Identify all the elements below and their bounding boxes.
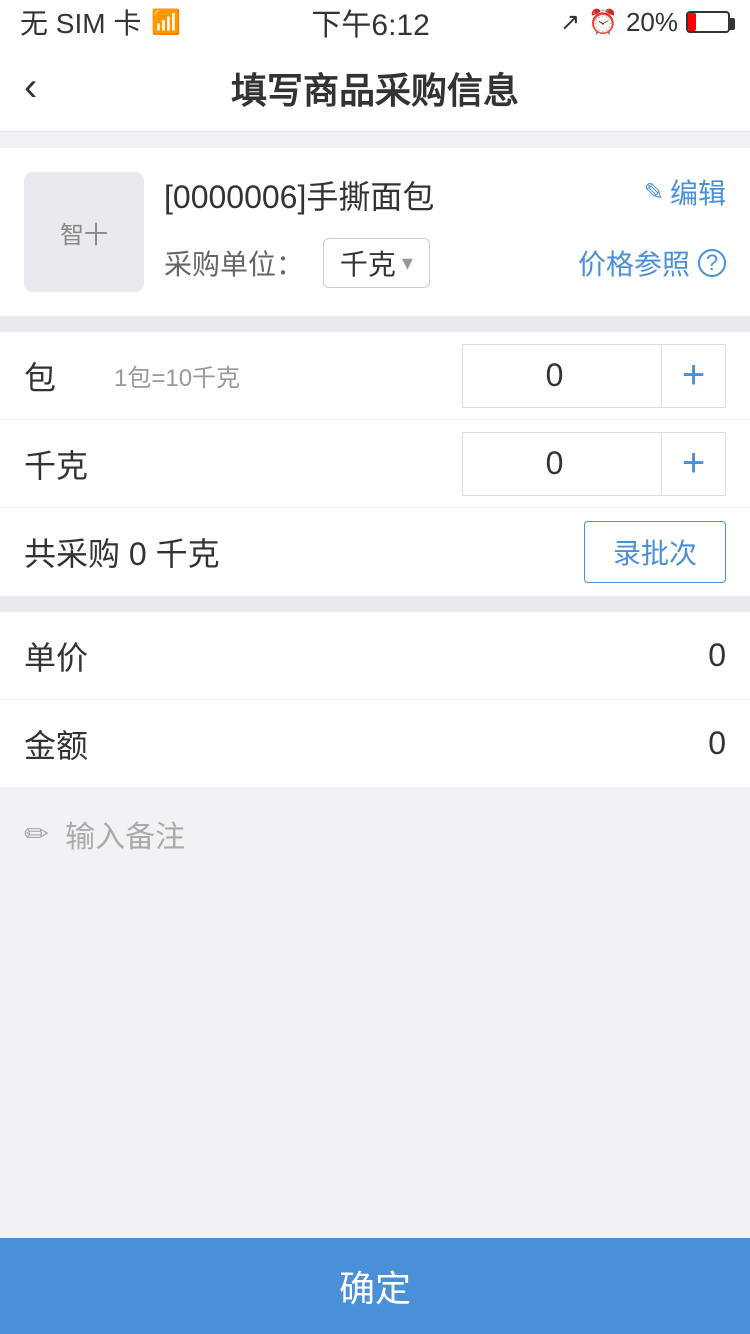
remark-placeholder: 输入备注 <box>65 812 185 856</box>
bag-input-control: + <box>462 344 726 408</box>
pencil-icon: ✏ <box>24 817 49 852</box>
bag-sublabel: 1包=10千克 <box>114 358 462 393</box>
unit-select[interactable]: 千克 ▾ <box>323 238 430 288</box>
amount-value: 0 <box>708 725 726 762</box>
help-icon: ? <box>698 249 726 277</box>
carrier-text: 无 SIM 卡 <box>20 2 141 42</box>
unit-value: 千克 <box>340 243 396 283</box>
edit-icon: ✎ <box>644 178 664 207</box>
product-logo-text: 智十 <box>60 215 108 250</box>
nav-bar: ‹ 填写商品采购信息 <box>0 44 750 132</box>
edit-label: 编辑 <box>670 172 726 212</box>
total-text: 共采购 0 千克 <box>24 529 220 575</box>
batch-button[interactable]: 录批次 <box>584 521 726 583</box>
confirm-label: 确定 <box>339 1260 411 1312</box>
edit-button[interactable]: ✎ 编辑 <box>644 172 726 212</box>
status-bar: 无 SIM 卡 📶 下午6:12 ↗ ⏰ 20% <box>0 0 750 44</box>
content-filler <box>0 880 750 1180</box>
total-row: 共采购 0 千克 录批次 <box>0 508 750 596</box>
product-thumbnail: 智十 <box>24 172 144 292</box>
back-button[interactable]: ‹ <box>24 65 37 110</box>
amount-row: 金额 0 <box>0 700 750 788</box>
status-left: 无 SIM 卡 📶 <box>20 2 181 42</box>
battery-percent: 20% <box>626 7 678 38</box>
unit-container: 采购单位： 千克 ▾ <box>164 238 430 288</box>
kg-label: 千克 <box>24 441 104 487</box>
bag-label: 包 <box>24 353 104 399</box>
battery-icon <box>686 11 730 33</box>
unit-label: 采购单位： <box>164 249 304 280</box>
amount-label: 金额 <box>24 721 88 767</box>
product-info: [0000006]手撕面包 ✎ 编辑 采购单位： 千克 ▾ 价格参照 ? <box>164 172 726 288</box>
kg-input-control: + <box>462 432 726 496</box>
kg-input-row: 千克 + <box>0 420 750 508</box>
location-icon: ↗ <box>560 8 580 37</box>
kg-input[interactable] <box>462 432 662 496</box>
bag-plus-button[interactable]: + <box>662 344 726 408</box>
status-time: 下午6:12 <box>311 0 429 44</box>
bag-input[interactable] <box>462 344 662 408</box>
price-section: 单价 0 金额 0 <box>0 612 750 788</box>
separator-1 <box>0 316 750 332</box>
price-ref-button[interactable]: 价格参照 ? <box>578 243 726 283</box>
product-name: [0000006]手撕面包 <box>164 172 434 218</box>
remark-section[interactable]: ✏ 输入备注 <box>0 788 750 880</box>
page-title: 填写商品采购信息 <box>231 62 519 114</box>
product-unit-row: 采购单位： 千克 ▾ 价格参照 ? <box>164 238 726 288</box>
product-card: 智十 [0000006]手撕面包 ✎ 编辑 采购单位： 千克 ▾ <box>0 148 750 316</box>
alarm-icon: ⏰ <box>588 8 618 37</box>
kg-plus-button[interactable]: + <box>662 432 726 496</box>
unit-price-label: 单价 <box>24 633 88 679</box>
status-right: ↗ ⏰ 20% <box>560 7 730 38</box>
unit-price-value: 0 <box>708 637 726 674</box>
wifi-icon: 📶 <box>151 8 181 37</box>
price-ref-label: 价格参照 <box>578 243 690 283</box>
product-name-row: [0000006]手撕面包 ✎ 编辑 <box>164 172 726 218</box>
input-section: 包 1包=10千克 + 千克 + <box>0 332 750 508</box>
bag-input-row: 包 1包=10千克 + <box>0 332 750 420</box>
unit-price-row: 单价 0 <box>0 612 750 700</box>
chevron-down-icon: ▾ <box>402 250 413 276</box>
confirm-button[interactable]: 确定 <box>0 1238 750 1334</box>
separator-2 <box>0 596 750 612</box>
